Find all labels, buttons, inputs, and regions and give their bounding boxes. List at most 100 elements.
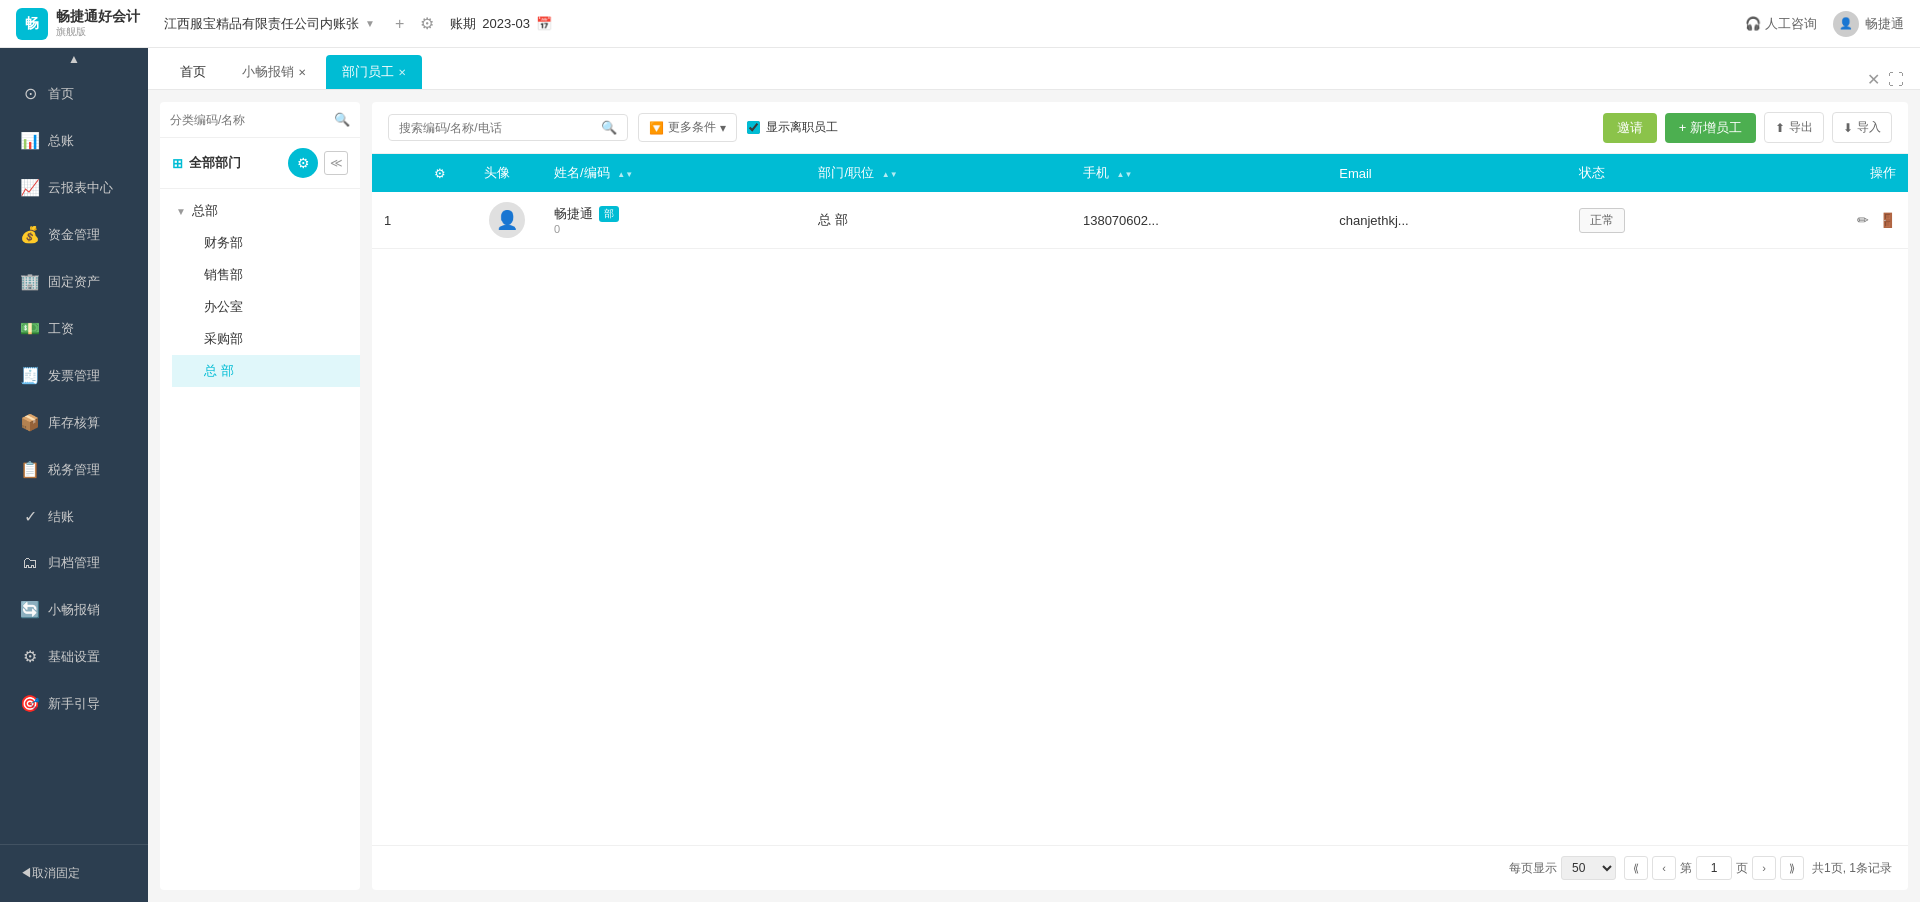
per-page-select[interactable]: 10 20 50 100 — [1561, 856, 1616, 880]
sidebar-item-ledger[interactable]: 📊 总账 — [0, 117, 148, 164]
show-resigned-checkbox[interactable] — [747, 121, 760, 134]
column-settings-icon[interactable]: ⚙ — [434, 166, 446, 181]
edit-button[interactable]: ✏ — [1857, 212, 1869, 228]
dept-item-sales[interactable]: 销售部 — [172, 259, 360, 291]
total-records-label: 共1页, 1条记录 — [1812, 860, 1892, 877]
tab-xiaochang[interactable]: 小畅报销 ✕ — [226, 55, 322, 89]
person-icon: 👤 — [496, 209, 518, 231]
sidebar-item-salary[interactable]: 💵 工资 — [0, 305, 148, 352]
content-area: 首页 小畅报销 ✕ 部门员工 ✕ ✕ ⛶ 🔍 — [148, 48, 1920, 902]
calendar-icon[interactable]: 📅 — [536, 16, 552, 31]
tab-xiaochang-close[interactable]: ✕ — [298, 67, 306, 78]
sidebar-item-archive[interactable]: 🗂 归档管理 — [0, 540, 148, 586]
dept-badge: 部 — [599, 206, 619, 222]
close-all-icon[interactable]: ✕ — [1867, 70, 1880, 89]
company-name: 江西服宝精品有限责任公司内账张 — [164, 15, 359, 33]
sidebar-item-fixed[interactable]: 🏢 固定资产 — [0, 258, 148, 305]
show-resigned-label[interactable]: 显示离职员工 — [747, 119, 838, 136]
tab-home-label: 首页 — [180, 63, 206, 81]
sidebar-label-guide: 新手引导 — [48, 695, 100, 713]
salary-icon: 💵 — [20, 319, 40, 338]
dept-tree: ▼ 总部 财务部 销售部 办公室 采购 — [160, 189, 360, 890]
dept-search-input[interactable] — [170, 113, 328, 127]
col-dept[interactable]: 部门/职位 ▲▼ — [806, 154, 1070, 192]
table-row: 1 👤 — [372, 192, 1908, 249]
dept-label-sales: 销售部 — [204, 266, 243, 284]
sidebar: ▲ ⊙ 首页 📊 总账 📈 云报表中心 💰 资金管理 🏢 固定资产 💵 工资 🧾… — [0, 48, 148, 902]
cell-dept: 总 部 — [806, 192, 1070, 249]
col-actions: 操作 — [1746, 154, 1908, 192]
sidebar-item-basic[interactable]: ⚙ 基础设置 — [0, 633, 148, 680]
add-tab-button[interactable]: + — [395, 15, 404, 33]
dept-panel: 🔍 ⊞ 全部部门 ⚙ ≪ ▼ 总部 — [160, 102, 360, 890]
dept-collapse-button[interactable]: ≪ — [324, 151, 348, 175]
inventory-icon: 📦 — [20, 413, 40, 432]
sidebar-label-basic: 基础设置 — [48, 648, 100, 666]
page-number-input[interactable] — [1696, 856, 1732, 880]
page-navigation: ⟪ ‹ 第 页 › ⟫ — [1624, 856, 1804, 880]
dept-header: ⊞ 全部部门 ⚙ ≪ — [160, 138, 360, 189]
sidebar-label-home: 首页 — [48, 85, 74, 103]
status-badge: 正常 — [1579, 208, 1625, 233]
employee-search-input[interactable] — [399, 121, 595, 135]
dept-label-finance: 财务部 — [204, 234, 243, 252]
tab-dept-close[interactable]: ✕ — [398, 67, 406, 78]
invite-button[interactable]: 邀请 — [1603, 113, 1657, 143]
sidebar-label-fund: 资金管理 — [48, 226, 100, 244]
sidebar-item-home[interactable]: ⊙ 首页 — [0, 70, 148, 117]
tax-icon: 📋 — [20, 460, 40, 479]
invoice-icon: 🧾 — [20, 366, 40, 385]
sidebar-item-xiaochang[interactable]: 🔄 小畅报销 — [0, 586, 148, 633]
sidebar-item-guide[interactable]: 🎯 新手引导 — [0, 680, 148, 727]
sidebar-label-fixed: 固定资产 — [48, 273, 100, 291]
sidebar-label-xiaochang: 小畅报销 — [48, 601, 100, 619]
sidebar-item-invoice[interactable]: 🧾 发票管理 — [0, 352, 148, 399]
dept-item-purchase[interactable]: 采购部 — [172, 323, 360, 355]
tab-dept-employee[interactable]: 部门员工 ✕ — [326, 55, 422, 89]
home-icon: ⊙ — [20, 84, 40, 103]
grid-icon: ⊞ — [172, 156, 183, 171]
toolbar-right: 邀请 + 新增员工 ⬆ 导出 ⬇ 导入 — [1603, 112, 1892, 143]
support-button[interactable]: 🎧 人工咨询 — [1745, 15, 1817, 33]
sidebar-item-closing[interactable]: ✓ 结账 — [0, 493, 148, 540]
first-page-button[interactable]: ⟪ — [1624, 856, 1648, 880]
per-page-area: 每页显示 10 20 50 100 — [1509, 856, 1616, 880]
next-page-button[interactable]: › — [1752, 856, 1776, 880]
employee-table: ⚙ 头像 姓名/编码 ▲▼ 部门/职位 — [372, 154, 1908, 249]
dept-item-root[interactable]: ▼ 总部 — [160, 195, 360, 227]
employee-toolbar: 🔍 🔽 更多条件 ▾ 显示离职员工 邀请 + 新增员工 — [372, 102, 1908, 154]
prev-page-button[interactable]: ‹ — [1652, 856, 1676, 880]
col-settings[interactable]: ⚙ — [422, 154, 472, 192]
closing-icon: ✓ — [20, 507, 40, 526]
user-area[interactable]: 👤 畅捷通 — [1833, 11, 1904, 37]
sidebar-scroll-up[interactable]: ▲ — [0, 48, 148, 70]
dept-search-icon[interactable]: 🔍 — [334, 112, 350, 127]
col-phone[interactable]: 手机 ▲▼ — [1071, 154, 1327, 192]
search-icon[interactable]: 🔍 — [601, 120, 617, 135]
col-name[interactable]: 姓名/编码 ▲▼ — [542, 154, 806, 192]
dept-item-finance[interactable]: 财务部 — [172, 227, 360, 259]
dept-item-office[interactable]: 办公室 — [172, 291, 360, 323]
add-employee-button[interactable]: + 新增员工 — [1665, 113, 1756, 143]
last-page-button[interactable]: ⟫ — [1780, 856, 1804, 880]
sidebar-item-reports[interactable]: 📈 云报表中心 — [0, 164, 148, 211]
export-button[interactable]: ⬆ 导出 — [1764, 112, 1824, 143]
import-button[interactable]: ⬇ 导入 — [1832, 112, 1892, 143]
delete-button[interactable]: 🚪 — [1879, 212, 1896, 228]
tab-home[interactable]: 首页 — [164, 55, 222, 89]
sidebar-item-tax[interactable]: 📋 税务管理 — [0, 446, 148, 493]
filter-button[interactable]: 🔽 更多条件 ▾ — [638, 113, 737, 142]
top-header: 畅 畅捷通好会计 旗舰版 江西服宝精品有限责任公司内账张 ▼ + ⚙ 账期 20… — [0, 0, 1920, 48]
employee-avatar: 👤 — [489, 202, 525, 238]
table-header-row: ⚙ 头像 姓名/编码 ▲▼ 部门/职位 — [372, 154, 1908, 192]
settings-icon[interactable]: ⚙ — [420, 14, 434, 33]
sidebar-item-fund[interactable]: 💰 资金管理 — [0, 211, 148, 258]
dept-children: 财务部 销售部 办公室 采购部 总 部 — [160, 227, 360, 387]
expand-icon[interactable]: ⛶ — [1888, 71, 1904, 89]
dept-settings-button[interactable]: ⚙ — [288, 148, 318, 178]
company-selector[interactable]: 江西服宝精品有限责任公司内账张 ▼ — [164, 15, 375, 33]
employee-search-box: 🔍 — [388, 114, 628, 141]
dept-item-general[interactable]: 总 部 — [172, 355, 360, 387]
sidebar-item-inventory[interactable]: 📦 库存核算 — [0, 399, 148, 446]
cancel-fixed-button[interactable]: ◀取消固定 — [0, 855, 148, 892]
